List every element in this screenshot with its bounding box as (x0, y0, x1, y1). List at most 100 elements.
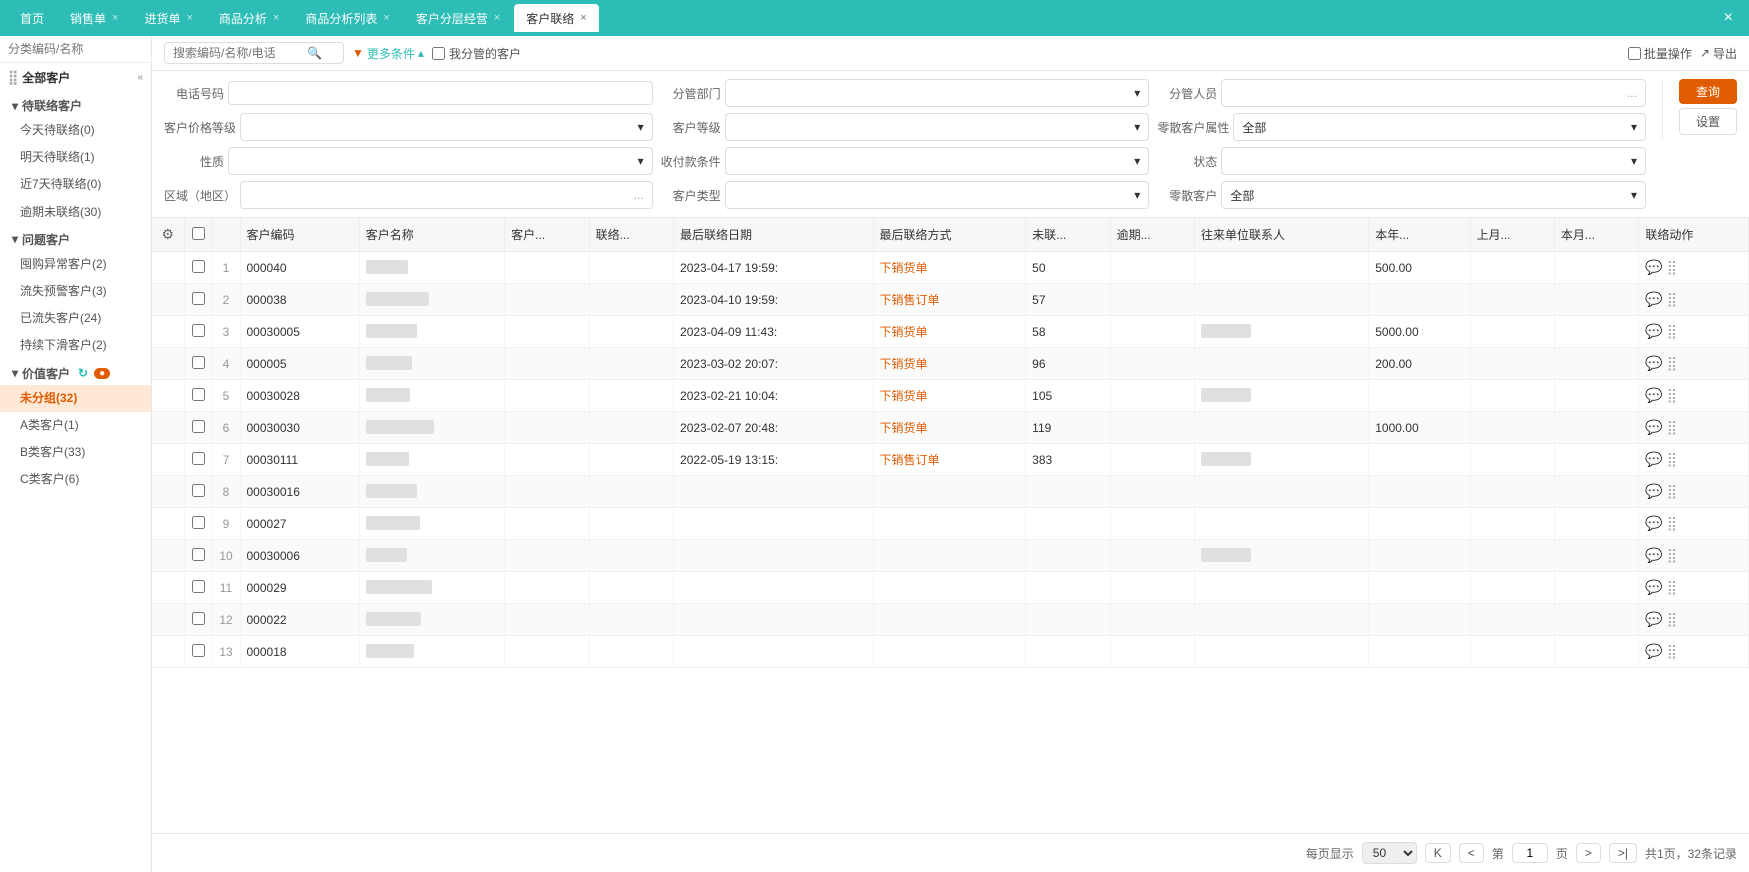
td-last-contact-method[interactable]: 下销货单 (873, 348, 1026, 380)
sidebar-search-bar[interactable]: 🔍 (0, 36, 151, 63)
close-icon[interactable]: × (186, 12, 192, 24)
sidebar-group-problem[interactable]: ▾ 问题客户 (0, 226, 151, 251)
th-checkbox[interactable] (184, 218, 212, 252)
page-input[interactable] (1512, 843, 1548, 863)
th-no-contact[interactable]: 未联... (1026, 218, 1110, 252)
sidebar-item-7day-pending[interactable]: 近7天待联络(0) (0, 171, 151, 198)
th-name[interactable]: 客户名称 (359, 218, 504, 252)
td-last-contact-method[interactable] (873, 508, 1026, 540)
grid-icon[interactable]: ⣿ (1667, 611, 1677, 628)
grid-icon[interactable]: ⣿ (1667, 483, 1677, 500)
contact-method-link[interactable]: 下销货单 (880, 357, 928, 371)
th-this-year[interactable]: 本年... (1369, 218, 1470, 252)
row-checkbox[interactable] (192, 292, 205, 305)
th-code[interactable]: 客户编码 (240, 218, 359, 252)
search-input[interactable] (173, 46, 303, 60)
my-customers-checkbox-label[interactable]: 我分管的客户 (432, 45, 521, 62)
close-icon[interactable]: × (580, 12, 586, 24)
td-checkbox[interactable] (184, 316, 212, 348)
contact-method-link[interactable]: 下销货单 (880, 261, 928, 275)
td-checkbox[interactable] (184, 348, 212, 380)
sidebar-item-today-pending[interactable]: 今天待联络(0) (0, 117, 151, 144)
td-checkbox[interactable] (184, 540, 212, 572)
prev-page-button[interactable]: < (1459, 843, 1484, 863)
grid-icon[interactable]: ⣿ (1667, 355, 1677, 372)
th-customer-type[interactable]: 客户... (505, 218, 589, 252)
chat-icon[interactable]: 💬 (1645, 323, 1662, 340)
sidebar-item-churn-warning[interactable]: 流失预警客户(3) (0, 278, 151, 305)
row-checkbox[interactable] (192, 580, 205, 593)
filter-select-dept[interactable] (725, 79, 1150, 107)
grid-icon[interactable]: ⣿ (1667, 419, 1677, 436)
th-last-month[interactable]: 上月... (1470, 218, 1554, 252)
th-contact-person[interactable]: 往来单位联系人 (1195, 218, 1369, 252)
td-checkbox[interactable] (184, 508, 212, 540)
filter-select-customer-type[interactable] (725, 181, 1150, 209)
query-button[interactable]: 查询 (1679, 79, 1737, 104)
sidebar-item-class-a[interactable]: A类客户(1) (0, 412, 151, 439)
td-checkbox[interactable] (184, 380, 212, 412)
chat-icon[interactable]: 💬 (1645, 579, 1662, 596)
close-icon[interactable]: × (383, 12, 389, 24)
chat-icon[interactable]: 💬 (1645, 515, 1662, 532)
close-all-tabs-button[interactable]: × (1716, 9, 1741, 27)
th-last-contact-method[interactable]: 最后联络方式 (873, 218, 1026, 252)
contact-method-link[interactable]: 下销货单 (880, 389, 928, 403)
td-last-contact-method[interactable] (873, 636, 1026, 668)
row-checkbox[interactable] (192, 260, 205, 273)
sidebar-search-input[interactable] (8, 42, 152, 56)
sidebar-item-class-b[interactable]: B类客户(33) (0, 439, 151, 466)
th-overdue[interactable]: 逾期... (1110, 218, 1194, 252)
grid-icon[interactable]: ⣿ (1667, 291, 1677, 308)
close-icon[interactable]: × (273, 12, 279, 24)
td-checkbox[interactable] (184, 412, 212, 444)
all-customers-header[interactable]: ⣿ 全部客户 « (0, 63, 151, 92)
sidebar-item-no-group[interactable]: 未分组(32) (0, 385, 151, 412)
td-last-contact-method[interactable]: 下销货单 (873, 380, 1026, 412)
row-checkbox[interactable] (192, 356, 205, 369)
chat-icon[interactable]: 💬 (1645, 483, 1662, 500)
batch-op-button[interactable]: 批量操作 (1628, 45, 1692, 62)
last-page-button[interactable]: >| (1609, 843, 1637, 863)
sidebar-item-tomorrow-pending[interactable]: 明天待联络(1) (0, 144, 151, 171)
th-last-contact-date[interactable]: 最后联络日期 (674, 218, 874, 252)
export-button[interactable]: ↗ 导出 (1700, 45, 1737, 62)
chat-icon[interactable]: 💬 (1645, 611, 1662, 628)
filter-select-retail-attr[interactable]: 全部 (1233, 113, 1646, 141)
sidebar-item-abnormal-hoard[interactable]: 囤购异常客户(2) (0, 251, 151, 278)
filter-select-manager[interactable]: ... (1221, 79, 1646, 107)
tab-customer-contact[interactable]: 客户联络 × (514, 4, 598, 32)
chat-icon[interactable]: 💬 (1645, 451, 1662, 468)
td-checkbox[interactable] (184, 476, 212, 508)
sidebar-item-overdue-pending[interactable]: 逾期未联络(30) (0, 199, 151, 226)
sidebar-item-class-c[interactable]: C类客户(6) (0, 466, 151, 493)
tab-home[interactable]: 首页 (8, 4, 56, 32)
filter-select-price-level[interactable] (240, 113, 653, 141)
tab-analysis[interactable]: 商品分析 × (207, 4, 291, 32)
filter-select-retail[interactable]: 全部 (1221, 181, 1646, 209)
first-page-button[interactable]: K (1425, 843, 1451, 863)
contact-method-link[interactable]: 下销货单 (880, 325, 928, 339)
close-icon[interactable]: × (494, 12, 500, 24)
filter-input-phone[interactable] (228, 81, 653, 105)
td-checkbox[interactable] (184, 284, 212, 316)
settings-icon[interactable]: ⚙ (161, 226, 174, 242)
grid-icon[interactable]: ⣿ (1667, 579, 1677, 596)
td-last-contact-method[interactable] (873, 476, 1026, 508)
td-last-contact-method[interactable]: 下销货单 (873, 252, 1026, 284)
td-checkbox[interactable] (184, 252, 212, 284)
chat-icon[interactable]: 💬 (1645, 387, 1662, 404)
td-last-contact-method[interactable] (873, 604, 1026, 636)
th-settings[interactable]: ⚙ (152, 218, 184, 252)
next-page-button[interactable]: > (1576, 843, 1601, 863)
row-checkbox[interactable] (192, 548, 205, 561)
td-last-contact-method[interactable] (873, 572, 1026, 604)
filter-select-region[interactable]: ... (240, 181, 653, 209)
grid-icon[interactable]: ⣿ (1667, 323, 1677, 340)
row-checkbox[interactable] (192, 388, 205, 401)
th-this-month[interactable]: 本月... (1554, 218, 1638, 252)
row-checkbox[interactable] (192, 612, 205, 625)
row-checkbox[interactable] (192, 644, 205, 657)
my-customers-checkbox[interactable] (432, 47, 445, 60)
sidebar-group-value[interactable]: ▾ 价值客户 ↻ ● (0, 360, 151, 385)
